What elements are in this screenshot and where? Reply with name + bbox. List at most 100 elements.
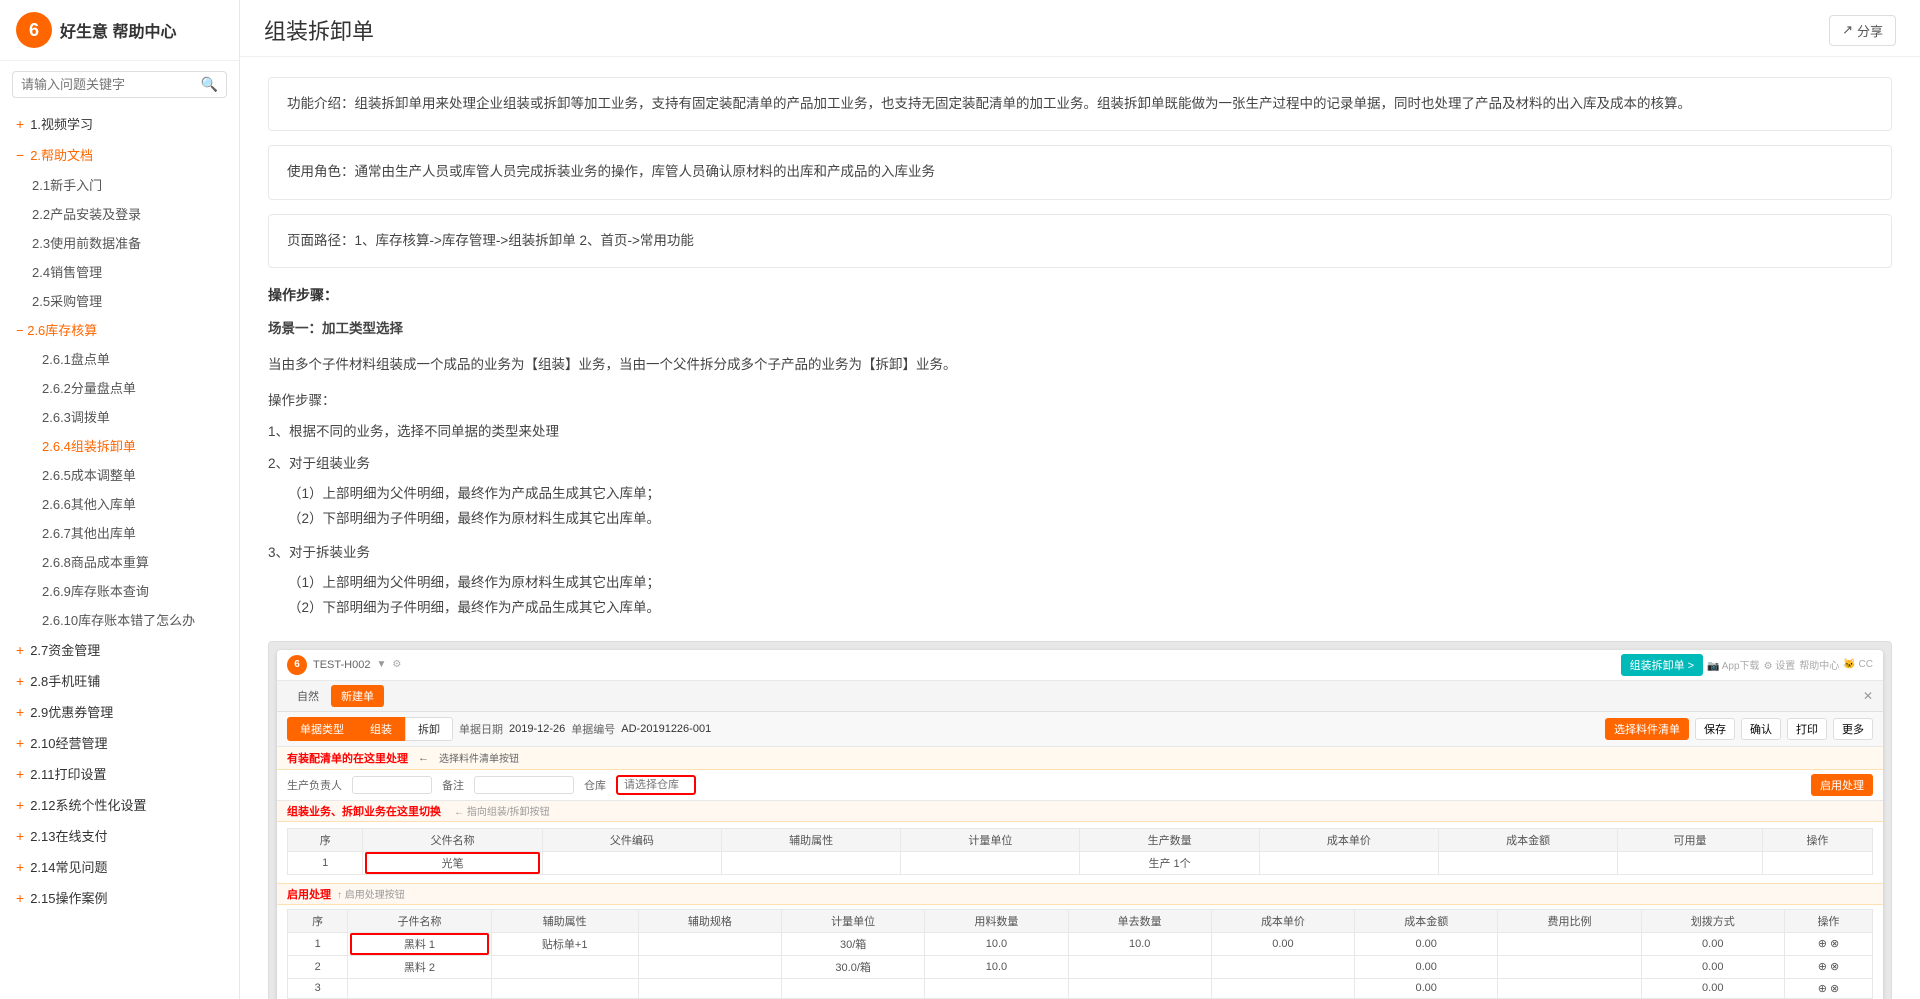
field-id-label: 单据编号: [571, 721, 615, 737]
inner-tab-home[interactable]: 自然: [287, 685, 329, 707]
steps-title: 操作步骤：: [268, 282, 1892, 309]
sidebar-item-2-12[interactable]: + 2.12系统个性化设置: [0, 789, 239, 820]
sidebar-item-2-6-8[interactable]: 2.6.8商品成本重算: [0, 547, 239, 576]
search-icon[interactable]: 🔍: [201, 76, 218, 93]
annotation3-text: 启用处理: [287, 886, 331, 902]
upper-table-area: 序 父件名称 父件编码 辅助属性 计量单位 生产数量 成本单价 成本金额 可用量: [277, 822, 1883, 883]
annotation-row3: 启用处理 ↑ 启用处理按钮: [277, 883, 1883, 905]
inner-app-header: 6 TEST-H002 ▼ ⚙ 组装拆卸单 > 📷 App下载 ⚙ 设置 帮助中…: [277, 650, 1883, 681]
step3-subs: （1）上部明细为父件明细，最终作为原材料生成其它出库单； （2）下部明细为子件明…: [268, 570, 1892, 621]
user-role-block: 使用角色：通常由生产人员或库管人员完成拆装业务的操作，库管人员确认原材料的出库和…: [268, 145, 1892, 199]
more-btn[interactable]: 更多: [1833, 718, 1873, 740]
annotation1-text: 有装配清单的在这里处理: [287, 750, 408, 766]
app-logo: 6: [16, 12, 52, 48]
annotation-row2: 组装业务、拆卸业务在这里切换 ← 指向组装/拆卸按钮: [277, 801, 1883, 822]
lower-table: 序 子件名称 辅助属性 辅助规格 计量单位 用料数量 单去数量 成本单价 成本金…: [287, 909, 1873, 999]
field-date-label: 单据日期: [459, 721, 503, 737]
sidebar-item-2-3[interactable]: 2.3使用前数据准备: [0, 228, 239, 257]
confirm-btn[interactable]: 确认: [1741, 718, 1781, 740]
upper-table-row: 1 光笔 生产 1个: [288, 851, 1873, 874]
step2-sub1: （1）上部明细为父件明细，最终作为产成品生成其它入库单；: [288, 481, 1892, 507]
search-input[interactable]: [21, 77, 201, 92]
sidebar-item-2-6[interactable]: − 2.6库存核算: [0, 315, 239, 344]
sidebar-item-2-13[interactable]: + 2.13在线支付: [0, 820, 239, 851]
sidebar-item-2-2[interactable]: 2.2产品安装及登录: [0, 199, 239, 228]
sidebar-item-2-6-9[interactable]: 2.6.9库存账本查询: [0, 576, 239, 605]
sidebar-item-2-5[interactable]: 2.5采购管理: [0, 286, 239, 315]
inner-remark-input[interactable]: [474, 776, 574, 794]
main-content: 组装拆卸单 ↗ 分享 功能介绍：组装拆卸单用来处理企业组装或拆卸等加工业务，支持…: [240, 0, 1920, 999]
sidebar-item-2-6-3[interactable]: 2.6.3调拨单: [0, 402, 239, 431]
lower-table-row: 2 黑料 2 30.0/箱 10.0 0.00: [288, 955, 1873, 978]
share-icon: ↗: [1842, 22, 1853, 38]
plus-icon: +: [16, 642, 24, 658]
sidebar-item-label: 1.视频学习: [30, 114, 93, 133]
sidebar-item-2-15[interactable]: + 2.15操作案例: [0, 882, 239, 913]
lower-table-area: 序 子件名称 辅助属性 辅助规格 计量单位 用料数量 单去数量 成本单价 成本金…: [277, 905, 1883, 999]
sidebar-item-2-6-2[interactable]: 2.6.2分量盘点单: [0, 373, 239, 402]
step3-sub2: （2）下部明细为子件明细，最终作为产成品生成其它入库单。: [288, 595, 1892, 621]
search-box[interactable]: 🔍: [12, 71, 227, 98]
select-bom-btn[interactable]: 选择料件清单: [1605, 718, 1689, 740]
plus-icon: +: [16, 673, 24, 689]
sidebar-item-2-6-10[interactable]: 2.6.10库存账本错了怎么办: [0, 605, 239, 634]
inner-close-icon[interactable]: ✕: [1863, 689, 1873, 703]
share-button[interactable]: ↗ 分享: [1829, 15, 1896, 46]
sidebar-item-2-6-1[interactable]: 2.6.1盘点单: [0, 344, 239, 373]
user-role-text: 使用角色：通常由生产人员或库管人员完成拆装业务的操作，库管人员确认原材料的出库和…: [287, 164, 935, 179]
sidebar-item-label: 2.帮助文档: [30, 145, 93, 164]
sidebar-item-2-10[interactable]: + 2.10经营管理: [0, 727, 239, 758]
inner-new-btn[interactable]: 组装拆卸单 >: [1621, 654, 1703, 676]
sidebar-item-2-8[interactable]: + 2.8手机旺铺: [0, 665, 239, 696]
screenshot-container: 6 TEST-H002 ▼ ⚙ 组装拆卸单 > 📷 App下载 ⚙ 设置 帮助中…: [268, 641, 1892, 999]
lower-table-row: 3 0.00 0.00 ⊕ ⊗: [288, 978, 1873, 998]
plus-icon: +: [16, 890, 24, 906]
sidebar-item-videos[interactable]: + 1.视频学习: [0, 108, 239, 139]
type-tab-assembly[interactable]: 单据类型: [287, 717, 357, 741]
type-tabs: 单据类型 组装 拆卸: [287, 717, 453, 741]
sidebar-item-2-1[interactable]: 2.1新手入门: [0, 170, 239, 199]
sidebar-item-help-docs[interactable]: − 2.帮助文档: [0, 139, 239, 170]
plus-icon: +: [16, 766, 24, 782]
inner-field-row: 生产负责人 备注 仓库 启用处理: [277, 770, 1883, 801]
steps-section: 操作步骤： 场景一：加工类型选择 当由多个子件材料组装成一个成品的业务为【组装】…: [268, 282, 1892, 621]
sidebar-item-2-4[interactable]: 2.4销售管理: [0, 257, 239, 286]
inner-warehouse-input[interactable]: [616, 775, 696, 795]
save-btn[interactable]: 保存: [1695, 718, 1735, 740]
inner-app-logo: 6: [287, 655, 307, 675]
sidebar-item-2-14[interactable]: + 2.14常见问题: [0, 851, 239, 882]
step1: 1、根据不同的业务，选择不同单据的类型来处理: [268, 419, 1892, 445]
sidebar-item-2-11[interactable]: + 2.11打印设置: [0, 758, 239, 789]
inner-person-input[interactable]: [352, 776, 432, 794]
scene1-title: 场景一：加工类型选择: [268, 321, 403, 336]
func-intro-block: 功能介绍：组装拆卸单用来处理企业组装或拆卸等加工业务，支持有固定装配清单的产品加…: [268, 77, 1892, 131]
annotation-row1: 有装配清单的在这里处理 ← 选择料件清单按钮: [277, 747, 1883, 770]
sidebar-item-2-6-7[interactable]: 2.6.7其他出库单: [0, 518, 239, 547]
sidebar-item-2-6-4[interactable]: 2.6.4组装拆卸单: [0, 431, 239, 460]
sidebar-item-2-7[interactable]: + 2.7资金管理: [0, 634, 239, 665]
plus-icon: +: [16, 797, 24, 813]
plus-icon: +: [16, 704, 24, 720]
inner-tab-new[interactable]: 新建单: [331, 685, 384, 707]
type-tab-disassemble[interactable]: 拆卸: [405, 717, 453, 741]
inner-app-id: TEST-H002: [313, 659, 370, 671]
type-tab-assemble[interactable]: 组装: [357, 717, 405, 741]
sidebar-item-2-9[interactable]: + 2.9优惠券管理: [0, 696, 239, 727]
step2-subs: （1）上部明细为父件明细，最终作为产成品生成其它入库单； （2）下部明细为子件明…: [268, 481, 1892, 532]
screenshot-inner: 6 TEST-H002 ▼ ⚙ 组装拆卸单 > 📷 App下载 ⚙ 设置 帮助中…: [269, 642, 1891, 999]
sidebar-header: 6 好生意 帮助中心: [0, 0, 239, 61]
topbar: 组装拆卸单 ↗ 分享: [240, 0, 1920, 57]
enable-process-btn[interactable]: 启用处理: [1811, 774, 1873, 796]
func-intro-text: 功能介绍：组装拆卸单用来处理企业组装或拆卸等加工业务，支持有固定装配清单的产品加…: [287, 96, 1691, 111]
plus-icon: +: [16, 116, 24, 132]
step2: 2、对于组装业务: [268, 451, 1892, 477]
content-area: 功能介绍：组装拆卸单用来处理企业组装或拆卸等加工业务，支持有固定装配清单的产品加…: [240, 57, 1920, 999]
inner-toolbar: 单据类型 组装 拆卸 单据日期 2019-12-26 单据编号 AD-20191…: [277, 712, 1883, 747]
scene1-desc: 当由多个子件材料组装成一个成品的业务为【组装】业务，当由一个父件拆分成多个子产品…: [268, 352, 1892, 378]
sidebar: 6 好生意 帮助中心 🔍 + 1.视频学习 − 2.帮助文档 2.1新手入门 2…: [0, 0, 240, 999]
print-btn[interactable]: 打印: [1787, 718, 1827, 740]
sidebar-item-2-6-6[interactable]: 2.6.6其他入库单: [0, 489, 239, 518]
page-path-block: 页面路径：1、库存核算->库存管理->组装拆卸单 2、首页->常用功能: [268, 214, 1892, 268]
sidebar-item-2-6-5[interactable]: 2.6.5成本调整单: [0, 460, 239, 489]
upper-table: 序 父件名称 父件编码 辅助属性 计量单位 生产数量 成本单价 成本金额 可用量: [287, 828, 1873, 875]
